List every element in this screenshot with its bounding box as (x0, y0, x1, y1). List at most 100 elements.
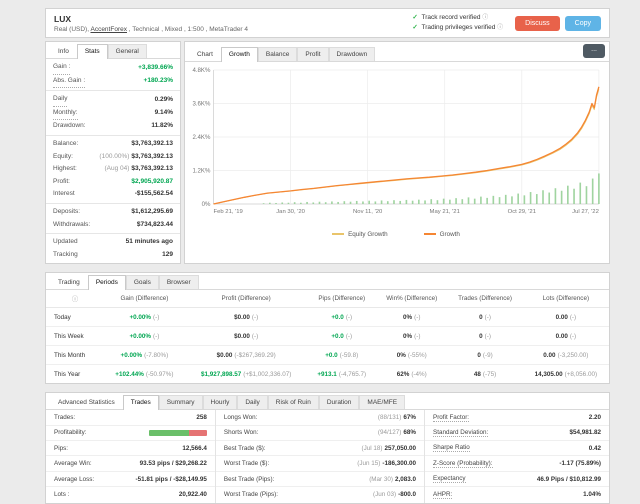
tab-goals[interactable]: Goals (125, 275, 159, 290)
growth-chart-wrap: 0% 1.2K% 2.4K% 3.6K% 4.8K% Feb 21, '19 Jan 30,… (185, 62, 609, 243)
tab-advanced-statistics[interactable]: Advanced Statistics (50, 395, 123, 409)
chart-menu-button[interactable]: ... (583, 44, 605, 58)
cell-value: +0.00% (129, 313, 152, 321)
stat-value: 11.82% (151, 122, 173, 130)
stat-label: Updated (53, 238, 78, 246)
period-label: This Year (54, 370, 81, 378)
stat-value: 93.53 pips / $29,268.22 (139, 460, 207, 468)
periods-info-icon[interactable]: ⓘ (46, 290, 104, 309)
tab-summary[interactable]: Summary (158, 395, 203, 410)
account-subtitle: Real (USD), AccentForex , Technical , Mi… (54, 26, 248, 33)
stats-group: Balance: $3,763,392.13 Equity: (100.00%) $3,… (46, 134, 180, 203)
stats-panel: Info Stats General Gain : +3,839.66% Abs. Ga… (45, 41, 181, 265)
tab-chart[interactable]: Chart (189, 47, 221, 61)
stat-row-profit: Profit: $2,905,920.87 (46, 176, 180, 189)
tab-daily[interactable]: Daily (237, 395, 268, 410)
profitability-win-segment (148, 429, 190, 436)
account-page: LUX Real (USD), AccentForex , Technical … (0, 0, 640, 504)
column-header-lots-difference: Lots (Difference) (522, 290, 609, 309)
cell-value: +0.00% (129, 332, 152, 340)
tab-periods[interactable]: Periods (87, 275, 126, 291)
broker-link[interactable]: AccentForex (90, 26, 127, 33)
cell-difference: (-3,250.00) (557, 351, 589, 359)
tab-drawdown[interactable]: Drawdown (328, 47, 376, 61)
account-identity: LUX Real (USD), AccentForex , Technical … (54, 14, 248, 33)
stat-value: -$155,562.54 (134, 190, 173, 198)
tab-trades[interactable]: Trades (122, 395, 159, 411)
stat-row-z-score-probability: Z-Score (Probability): -1.17 (75.89%) (425, 456, 609, 472)
account-attributes: , Technical , Mixed , 1:500 , MetaTrader… (126, 25, 249, 33)
tab-hourly[interactable]: Hourly (202, 395, 238, 410)
tab-balance[interactable]: Balance (257, 47, 298, 61)
stat-row-average-win: Average Win: 93.53 pips / $29,268.22 (46, 456, 215, 472)
cell-difference: (-59.8) (339, 351, 359, 359)
period-label: Today (46, 307, 104, 328)
tab-stats[interactable]: Stats (76, 44, 108, 59)
stat-value: (Jun 03) -800.0 (373, 491, 416, 499)
main-row: Info Stats General Gain : +3,839.66% Abs. Ga… (45, 41, 610, 265)
stat-value-note: (Aug 04) (104, 165, 130, 173)
cell-value: $0.00 (234, 332, 250, 340)
period-cell: $1,927,898.57 (+$1,002,336.07) (185, 365, 308, 384)
svg-text:4.8K%: 4.8K% (192, 68, 211, 74)
cell-value: $0.00 (234, 313, 250, 321)
cell-value: 0.00 (555, 313, 568, 321)
stat-value: -51.81 pips / -$28,149.95 (135, 475, 207, 483)
stat-value: 51 minutes ago (125, 238, 173, 246)
cell-value: 48 (473, 370, 481, 378)
legend-growth[interactable]: Growth (423, 231, 460, 238)
period-cell: 0 (-9) (447, 345, 523, 366)
stat-row-deposits: Deposits: $1,612,295.69 (46, 206, 180, 219)
stat-row-monthly: Monthly: 9.14% (46, 107, 180, 121)
cell-difference: (-9) (482, 351, 493, 359)
stat-row-highest: Highest: (Aug 04) $3,763,392.13 (46, 163, 180, 176)
tab-general[interactable]: General (107, 44, 147, 58)
period-row-this-year: This Year +102.44% (-50.97%) $1,927,898.57(… (46, 365, 609, 384)
stats-group: Gain : +3,839.66% Abs. Gain : +180.23% (46, 59, 180, 90)
legend-equity-growth[interactable]: Equity Growth (332, 231, 388, 238)
stat-label: Interest (53, 190, 75, 198)
discuss-button[interactable]: Discuss (515, 15, 560, 31)
tab-growth[interactable]: Growth (220, 47, 258, 62)
copy-button[interactable]: Copy (564, 15, 601, 31)
tab-profit[interactable]: Profit (297, 47, 329, 61)
tab-trading[interactable]: Trading (50, 275, 88, 289)
column-header-pips-difference: Pips (Difference) (307, 290, 377, 309)
period-cell: 48 (-75) (447, 365, 522, 384)
stat-value-note: (Jul 18) (361, 444, 383, 452)
cell-value: 0% (403, 313, 413, 321)
column-header-gain-difference: Gain (Difference) (104, 290, 185, 309)
advanced-column-1: Trades: 258 Profitability: Pips: 12,566.4 Ave… (46, 410, 215, 502)
legend-equity-growth-label: Equity Growth (348, 231, 388, 238)
tab-info[interactable]: Info (50, 44, 77, 58)
tab-risk-of-ruin[interactable]: Risk of Ruin (267, 395, 319, 410)
cell-difference: (-4%) (411, 370, 427, 378)
stat-label: Profit Factor: (433, 413, 470, 422)
tab-mae-mfe[interactable]: MAE/MFE (359, 395, 406, 410)
info-icon[interactable]: ⓘ (497, 25, 503, 31)
stat-label: Worst Trade ($): (223, 460, 270, 468)
track-record-verified-label: Track record verified (421, 14, 481, 21)
tab-duration[interactable]: Duration (318, 395, 360, 410)
period-cell: 0.00 (-) (522, 307, 609, 328)
stat-value-note: (Jun 15) (357, 460, 381, 468)
period-cell: +913.1 (-4,765.7) (307, 365, 376, 384)
cell-value: $0.00 (216, 351, 233, 359)
info-icon[interactable]: ⓘ (482, 15, 488, 21)
stat-label: Highest: (53, 165, 77, 173)
cell-value: +0.0 (331, 313, 344, 321)
stat-value: (88/131) 67% (377, 414, 416, 421)
period-cell: $0.00 (-$267,369.29) (184, 345, 308, 366)
tab-browser[interactable]: Browser (158, 275, 199, 290)
stat-value: (100.00%) $3,763,392.13 (99, 152, 173, 160)
account-type: Real (USD), (54, 25, 91, 33)
stat-label: Daily (53, 93, 68, 107)
verified-block: ✓ Track record verified ⓘ ✓ Trading priv… (412, 13, 503, 33)
check-icon: ✓ (412, 14, 418, 21)
stat-label: Tracking (53, 250, 78, 258)
svg-text:Jul 27, '22: Jul 27, '22 (572, 209, 599, 215)
stat-value: 9.14% (154, 109, 173, 117)
period-cell: 0% (-55%) (376, 345, 448, 366)
account-header: LUX Real (USD), AccentForex , Technical … (45, 8, 610, 38)
account-title: LUX (54, 13, 71, 24)
